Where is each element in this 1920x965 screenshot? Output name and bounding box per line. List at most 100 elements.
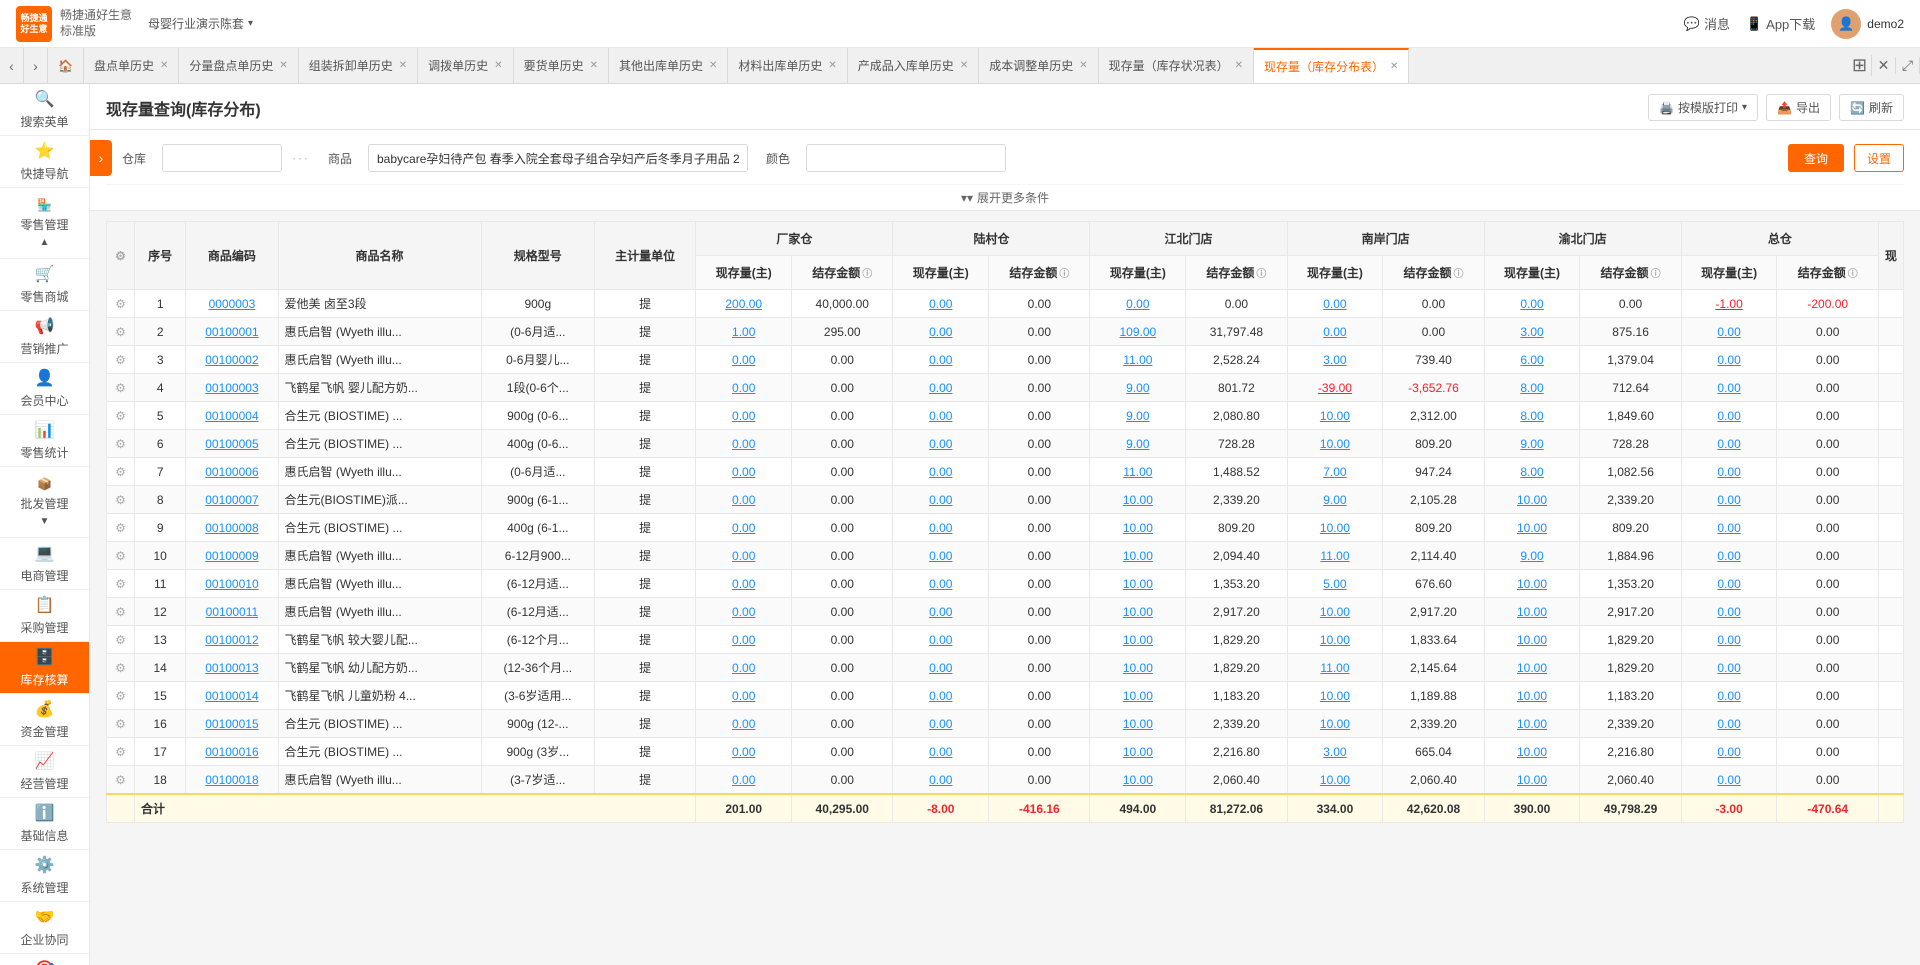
tab-close-all-btn[interactable]: ✕: [1872, 57, 1896, 74]
goods-input[interactable]: [368, 144, 748, 172]
row-total-stock: 0.00: [1681, 738, 1777, 766]
sidebar-item-purchase[interactable]: 📋 采购管理: [0, 590, 89, 642]
sidebar-item-ecommerce[interactable]: 💻 电商管理: [0, 538, 89, 590]
tab-close-icon[interactable]: ✕: [828, 60, 836, 71]
sidebar-item-collab[interactable]: 🤝 企业协同: [0, 902, 89, 954]
tab-expand-btn[interactable]: ⤢: [1896, 57, 1920, 74]
sidebar-item-wholesale-mgmt[interactable]: 📦 批发管理 ▼: [0, 467, 89, 538]
row-gear[interactable]: ⚙: [107, 486, 135, 514]
finance-icon: 💰: [35, 699, 55, 719]
row-gear[interactable]: ⚙: [107, 766, 135, 795]
row-gear[interactable]: ⚙: [107, 654, 135, 682]
tab-order-history[interactable]: 要货单历史 ✕: [514, 48, 609, 83]
settings-btn[interactable]: 设置: [1854, 144, 1904, 172]
info-icon1[interactable]: ⓘ: [862, 269, 872, 280]
tab-close-icon[interactable]: ✕: [709, 60, 717, 71]
row-gear[interactable]: ⚙: [107, 402, 135, 430]
info-icon5[interactable]: ⓘ: [1651, 269, 1661, 280]
sidebar-item-inventory[interactable]: 🗄️ 库存核算: [0, 642, 89, 694]
tab-other-out-history[interactable]: 其他出库单历史 ✕: [609, 48, 728, 83]
tab-close-icon[interactable]: ✕: [494, 60, 502, 71]
row-jiangbei-stock: 10.00: [1090, 766, 1186, 795]
message-btn[interactable]: 💬 消息: [1684, 14, 1730, 33]
tab-product-in-history[interactable]: 产成品入库单历史 ✕: [848, 48, 979, 83]
sidebar-item-operations[interactable]: 📈 经营管理: [0, 746, 89, 798]
search-btn[interactable]: 查询: [1788, 144, 1844, 172]
tab-close-icon[interactable]: ✕: [279, 60, 287, 71]
info-icon3[interactable]: ⓘ: [1256, 269, 1266, 280]
sidebar-item-retail-mgmt[interactable]: 🏪 零售管理 ▲: [0, 188, 89, 259]
sidebar-item-quicknav[interactable]: ⭐ 快捷导航: [0, 136, 89, 188]
refresh-btn[interactable]: 🔄 刷新: [1839, 94, 1904, 121]
col-gear-header[interactable]: ⚙: [107, 222, 135, 290]
user-area[interactable]: 👤 demo2: [1831, 9, 1904, 39]
tab-home[interactable]: 🏠: [48, 48, 84, 83]
tab-prev-btn[interactable]: ‹: [0, 48, 24, 83]
tab-material-out-history[interactable]: 材料出库单历史 ✕: [728, 48, 847, 83]
row-gear[interactable]: ⚙: [107, 710, 135, 738]
row-more: [1878, 766, 1903, 795]
tab-assembly-history[interactable]: 组装拆卸单历史 ✕: [299, 48, 418, 83]
row-gear[interactable]: ⚙: [107, 738, 135, 766]
sidebar-item-retail-stats[interactable]: 📊 零售统计: [0, 415, 89, 467]
sidebar-item-retail-mall[interactable]: 🛒 零售商城: [0, 259, 89, 311]
row-total-stock: 0.00: [1681, 710, 1777, 738]
sidebar-item-marketing[interactable]: 📢 营销推广: [0, 311, 89, 363]
color-input[interactable]: [806, 144, 1006, 172]
sidebar-item-basic-info[interactable]: ℹ️ 基础信息: [0, 798, 89, 850]
tab-stock-take-history[interactable]: 盘点单历史 ✕: [84, 48, 179, 83]
export-btn[interactable]: 📤 导出: [1766, 94, 1831, 121]
tab-more-btn[interactable]: ⊞: [1848, 55, 1872, 76]
tab-close-icon[interactable]: ✕: [160, 60, 168, 71]
row-factory-stock: 0.00: [696, 710, 792, 738]
sidebar-item-search[interactable]: 🔍 搜索英单: [0, 84, 89, 136]
summary-gear: [107, 794, 135, 823]
luchen-amount-header: 结存金额ⓘ: [989, 256, 1090, 290]
industry-selector[interactable]: 母婴行业演示陈套 ▾: [148, 15, 253, 32]
row-factory-stock: 0.00: [696, 654, 792, 682]
row-luchen-amount: 0.00: [989, 766, 1090, 795]
sidebar-item-finance[interactable]: 💰 资金管理: [0, 694, 89, 746]
warehouse-input[interactable]: [162, 144, 282, 172]
tab-next-btn[interactable]: ›: [24, 48, 48, 83]
row-gear[interactable]: ⚙: [107, 626, 135, 654]
col-spec-header: 规格型号: [481, 222, 594, 290]
tab-stock-status[interactable]: 现存量（库存状况表） ✕: [1099, 48, 1254, 83]
print-btn[interactable]: 🖨️ 按模版打印 ▾: [1648, 94, 1758, 121]
tab-close-icon[interactable]: ✕: [1390, 61, 1398, 72]
collapse-sidebar-btn[interactable]: ›: [90, 140, 112, 176]
total-stock-header: 现存量(主): [1681, 256, 1777, 290]
info-icon6[interactable]: ⓘ: [1848, 269, 1858, 280]
row-gear[interactable]: ⚙: [107, 374, 135, 402]
tab-transfer-history[interactable]: 调拨单历史 ✕: [418, 48, 513, 83]
tab-close-icon[interactable]: ✕: [590, 60, 598, 71]
info-icon2[interactable]: ⓘ: [1059, 269, 1069, 280]
row-gear[interactable]: ⚙: [107, 598, 135, 626]
sidebar-label: 营销推广: [20, 340, 68, 357]
tab-close-icon[interactable]: ✕: [1235, 60, 1243, 71]
row-gear[interactable]: ⚙: [107, 318, 135, 346]
row-gear[interactable]: ⚙: [107, 290, 135, 318]
row-gear[interactable]: ⚙: [107, 542, 135, 570]
expand-filter-btn[interactable]: ▾▾ 展开更多条件: [106, 184, 1904, 210]
row-gear[interactable]: ⚙: [107, 570, 135, 598]
app-download-btn[interactable]: 📱 App下载: [1746, 14, 1815, 33]
row-gear[interactable]: ⚙: [107, 430, 135, 458]
tab-qty-stock-history[interactable]: 分量盘点单历史 ✕: [179, 48, 298, 83]
tab-close-icon[interactable]: ✕: [960, 60, 968, 71]
tab-stock-distribution[interactable]: 现存量（库存分布表） ✕: [1254, 48, 1409, 83]
table-row: ⚙ 4 00100003 飞鹤星飞帆 婴儿配方奶... 1段(0-6个... 提…: [107, 374, 1904, 402]
row-gear[interactable]: ⚙: [107, 458, 135, 486]
row-yubei-stock: 3.00: [1484, 318, 1580, 346]
sidebar-item-member[interactable]: 👤 会员中心: [0, 363, 89, 415]
sidebar-item-system[interactable]: ⚙️ 系统管理: [0, 850, 89, 902]
row-gear[interactable]: ⚙: [107, 346, 135, 374]
tab-close-icon[interactable]: ✕: [1079, 60, 1087, 71]
row-gear[interactable]: ⚙: [107, 514, 135, 542]
sidebar-item-guide[interactable]: 🎯 新手引导: [0, 954, 89, 965]
row-factory-amount: 0.00: [792, 654, 893, 682]
tab-close-icon[interactable]: ✕: [399, 60, 407, 71]
info-icon4[interactable]: ⓘ: [1453, 269, 1463, 280]
row-gear[interactable]: ⚙: [107, 682, 135, 710]
tab-cost-adjust-history[interactable]: 成本调整单历史 ✕: [979, 48, 1098, 83]
